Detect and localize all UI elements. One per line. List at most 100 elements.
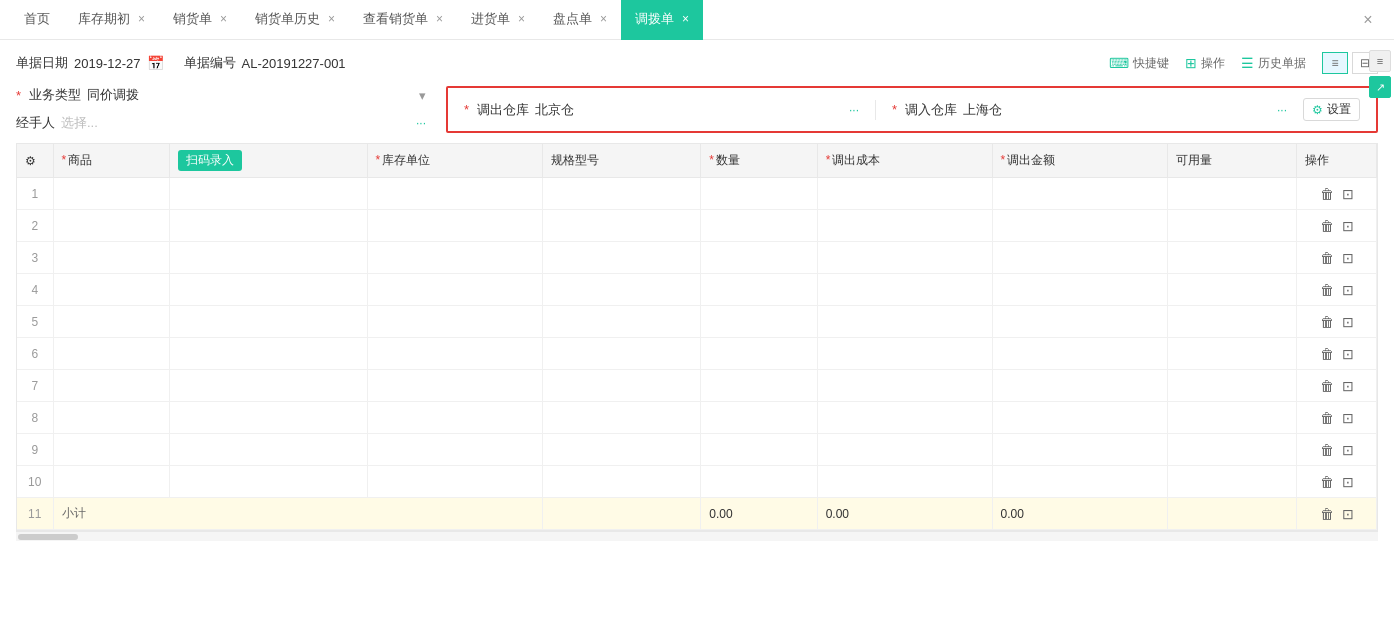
business-type-value[interactable]: 同价调拨: [87, 86, 413, 104]
row-cost-8: [817, 402, 992, 434]
row-unit-7: [367, 370, 542, 402]
settings-label: 设置: [1327, 101, 1351, 118]
row-product-6[interactable]: [53, 338, 169, 370]
delete-icon-3[interactable]: 🗑: [1320, 250, 1334, 266]
copy-icon-6[interactable]: ⊡: [1342, 346, 1354, 362]
source-warehouse-more-icon[interactable]: ···: [849, 103, 859, 117]
delete-icon-5[interactable]: 🗑: [1320, 314, 1334, 330]
handler-more-icon[interactable]: ···: [416, 116, 426, 130]
row-product-9[interactable]: [53, 434, 169, 466]
delete-icon-10[interactable]: 🗑: [1320, 474, 1334, 490]
table-row: 7 🗑 ⊡: [17, 370, 1377, 402]
row-cost-5: [817, 306, 992, 338]
copy-icon-5[interactable]: ⊡: [1342, 314, 1354, 330]
window-close-button[interactable]: ×: [1352, 4, 1384, 36]
delete-icon-8[interactable]: 🗑: [1320, 410, 1334, 426]
row-unit-5: [367, 306, 542, 338]
tab-stocktake[interactable]: 盘点单 ×: [539, 0, 621, 40]
handler-field: 经手人 选择... ···: [16, 114, 426, 132]
copy-icon-10[interactable]: ⊡: [1342, 474, 1354, 490]
row-quantity-2: [701, 210, 817, 242]
row-available-9: [1167, 434, 1296, 466]
sidebar-list-icon[interactable]: ≡: [1369, 50, 1391, 72]
delete-icon-1[interactable]: 🗑: [1320, 186, 1334, 202]
target-warehouse-more-icon[interactable]: ···: [1277, 103, 1287, 117]
scroll-bar[interactable]: [16, 531, 1378, 541]
delete-icon-9[interactable]: 🗑: [1320, 442, 1334, 458]
copy-icon-9[interactable]: ⊡: [1342, 442, 1354, 458]
layout-btn-list[interactable]: ≡: [1322, 52, 1348, 74]
copy-icon-2[interactable]: ⊡: [1342, 218, 1354, 234]
tab-transfer-close[interactable]: ×: [682, 12, 689, 26]
row-quantity-9: [701, 434, 817, 466]
history-action[interactable]: ☰ 历史单据: [1241, 55, 1306, 72]
row-quantity-1: [701, 178, 817, 210]
copy-icon-8[interactable]: ⊡: [1342, 410, 1354, 426]
tab-purchase-order[interactable]: 进货单 ×: [457, 0, 539, 40]
delete-icon[interactable]: 🗑: [1320, 506, 1334, 522]
delete-icon-4[interactable]: 🗑: [1320, 282, 1334, 298]
row-product-7[interactable]: [53, 370, 169, 402]
table-row: 6 🗑 ⊡: [17, 338, 1377, 370]
target-warehouse-value[interactable]: 上海仓: [963, 101, 1263, 119]
delete-icon-7[interactable]: 🗑: [1320, 378, 1334, 394]
row-action-2: 🗑 ⊡: [1297, 210, 1377, 242]
tab-sales-order-close[interactable]: ×: [220, 12, 227, 26]
main-content: 单据日期 2019-12-27 📅 单据编号 AL-20191227-001 ⌨…: [0, 40, 1394, 634]
row-num-11: 11: [17, 498, 53, 530]
row-product-1[interactable]: [53, 178, 169, 210]
row-unit-10: [367, 466, 542, 498]
row-product-2[interactable]: [53, 210, 169, 242]
tab-stocktake-close[interactable]: ×: [600, 12, 607, 26]
settings-button[interactable]: ⚙ 设置: [1303, 98, 1360, 121]
subtotal-quantity: 0.00: [701, 498, 817, 530]
delete-icon-6[interactable]: 🗑: [1320, 346, 1334, 362]
copy-icon-4[interactable]: ⊡: [1342, 282, 1354, 298]
tab-sales-order[interactable]: 销货单 ×: [159, 0, 241, 40]
business-type-dropdown-icon[interactable]: ▾: [419, 88, 426, 103]
row-product-8[interactable]: [53, 402, 169, 434]
tab-view-sales[interactable]: 查看销货单 ×: [349, 0, 457, 40]
tab-inventory-init[interactable]: 库存期初 ×: [64, 0, 159, 40]
row-action-7: 🗑 ⊡: [1297, 370, 1377, 402]
operation-action[interactable]: ⊞ 操作: [1185, 55, 1225, 72]
copy-icon-1[interactable]: ⊡: [1342, 186, 1354, 202]
history-icon: ☰: [1241, 55, 1254, 71]
tab-view-sales-close[interactable]: ×: [436, 12, 443, 26]
tab-sales-history-close[interactable]: ×: [328, 12, 335, 26]
col-settings[interactable]: ⚙: [17, 144, 53, 178]
row-action-8: 🗑 ⊡: [1297, 402, 1377, 434]
col-amount: 调出金额: [992, 144, 1167, 178]
row-cost-2: [817, 210, 992, 242]
row-product-5[interactable]: [53, 306, 169, 338]
copy-icon-3[interactable]: ⊡: [1342, 250, 1354, 266]
date-value[interactable]: 2019-12-27: [74, 56, 141, 71]
tab-transfer[interactable]: 调拨单 ×: [621, 0, 703, 40]
copy-icon[interactable]: ⊡: [1342, 506, 1354, 522]
source-warehouse-value[interactable]: 北京仓: [535, 101, 835, 119]
scan-entry-button[interactable]: 扫码录入: [178, 150, 242, 171]
tab-transfer-label: 调拨单: [635, 10, 674, 28]
tab-sales-history-label: 销货单历史: [255, 10, 320, 28]
handler-value[interactable]: 选择...: [61, 114, 402, 132]
target-warehouse-field: * 调入仓库 上海仓 ···: [892, 101, 1287, 119]
row-product-10[interactable]: [53, 466, 169, 498]
row-scan-3: [169, 242, 367, 274]
tab-purchase-order-close[interactable]: ×: [518, 12, 525, 26]
gear-icon: ⚙: [1312, 103, 1323, 117]
delete-icon-2[interactable]: 🗑: [1320, 218, 1334, 234]
sidebar-export-icon[interactable]: ↗: [1369, 76, 1391, 98]
row-spec-8: [542, 402, 701, 434]
table-row: 4 🗑 ⊡: [17, 274, 1377, 306]
shortcut-action[interactable]: ⌨ 快捷键: [1109, 55, 1169, 72]
copy-icon-7[interactable]: ⊡: [1342, 378, 1354, 394]
row-spec-6: [542, 338, 701, 370]
calendar-icon[interactable]: 📅: [147, 55, 164, 71]
tab-home[interactable]: 首页: [10, 0, 64, 40]
subtotal-amount: 0.00: [992, 498, 1167, 530]
subtotal-spec: [542, 498, 701, 530]
tab-inventory-init-close[interactable]: ×: [138, 12, 145, 26]
row-product-3[interactable]: [53, 242, 169, 274]
tab-sales-history[interactable]: 销货单历史 ×: [241, 0, 349, 40]
row-product-4[interactable]: [53, 274, 169, 306]
